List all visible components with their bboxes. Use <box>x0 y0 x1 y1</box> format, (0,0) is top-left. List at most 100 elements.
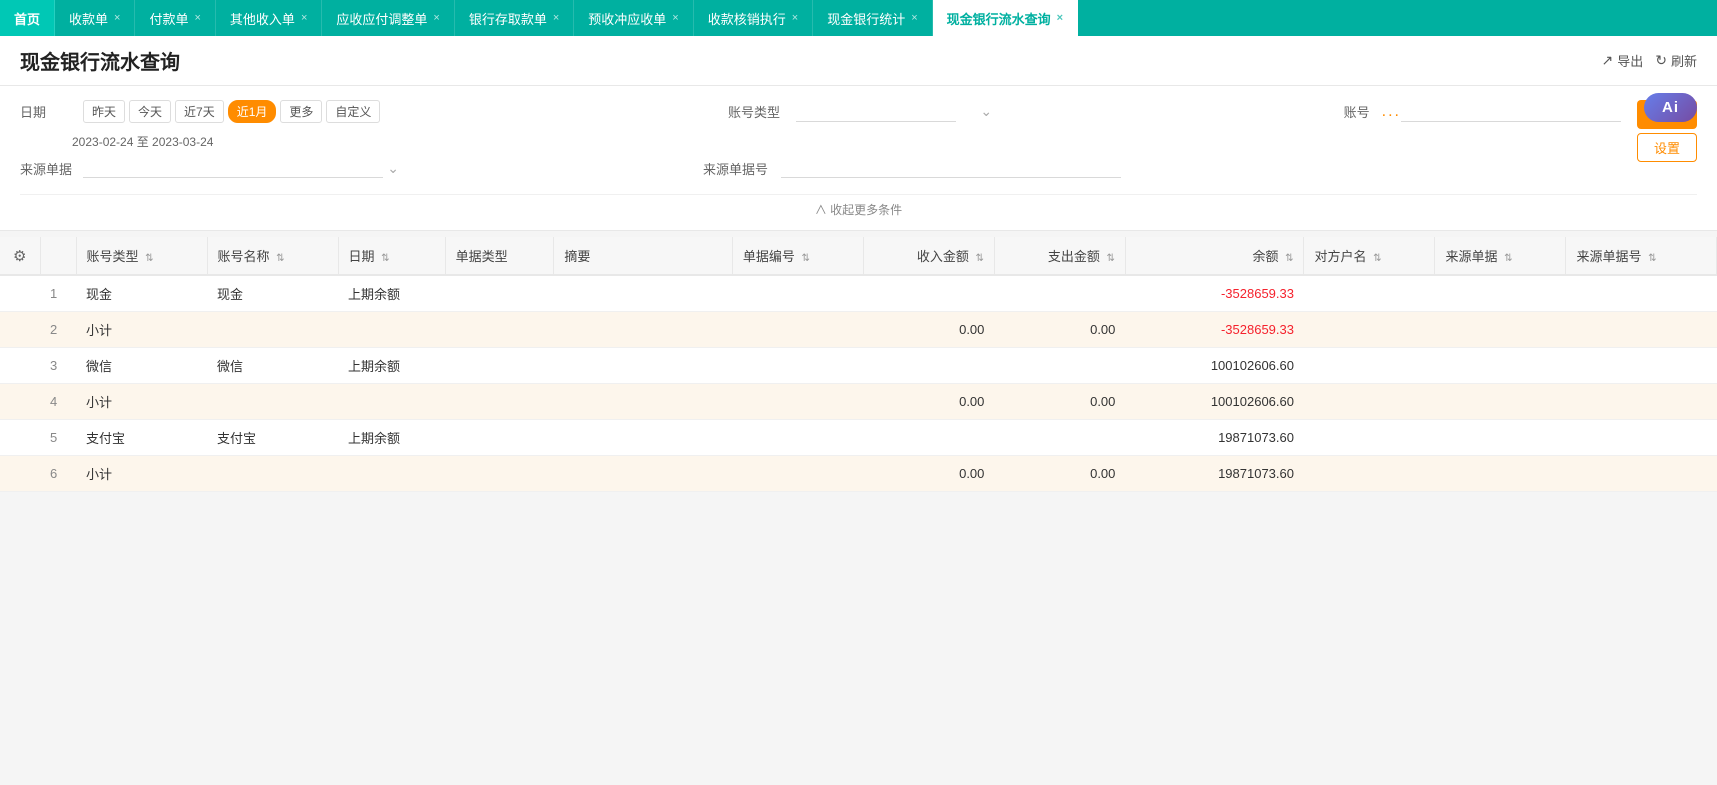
td-summary <box>554 420 733 456</box>
td-account-type: 现金 <box>76 275 207 312</box>
table-row: 4 小计 0.00 0.00 100102606.60 <box>0 384 1717 420</box>
nav-home[interactable]: 首页 <box>0 0 55 36</box>
td-summary <box>554 384 733 420</box>
td-doc-no <box>732 312 863 348</box>
source-doc-label: 来源单据 <box>20 159 75 178</box>
td-gear <box>0 275 40 312</box>
th-source-doc-no[interactable]: 来源单据号 ⇅ <box>1566 237 1717 275</box>
nav-receipt-close[interactable]: × <box>114 12 120 24</box>
nav-prepay-offset[interactable]: 预收冲应收单 × <box>574 0 693 36</box>
td-gear <box>0 456 40 492</box>
td-balance: 100102606.60 <box>1125 348 1304 384</box>
nav-ar-adjustment[interactable]: 应收应付调整单 × <box>322 0 454 36</box>
td-account-type: 小计 <box>76 312 207 348</box>
nav-verify-exec[interactable]: 收款核销执行 × <box>694 0 813 36</box>
account-type-select-wrapper <box>796 102 996 122</box>
nav-bank-deposit-close[interactable]: × <box>553 12 559 24</box>
td-row-num: 1 <box>40 275 76 312</box>
td-source-doc-no <box>1566 420 1717 456</box>
td-counterparty <box>1304 384 1435 420</box>
td-doc-no <box>732 275 863 312</box>
th-income[interactable]: 收入金额 ⇅ <box>863 237 994 275</box>
th-account-name[interactable]: 账号名称 ⇅ <box>207 237 338 275</box>
export-button[interactable]: ↗ 导出 <box>1602 51 1644 70</box>
td-account-type: 微信 <box>76 348 207 384</box>
th-expense[interactable]: 支出金额 ⇅ <box>994 237 1125 275</box>
th-source-doc[interactable]: 来源单据 ⇅ <box>1435 237 1566 275</box>
nav-payment-label: 付款单 <box>149 9 188 28</box>
date-btn-yesterday[interactable]: 昨天 <box>83 100 125 123</box>
nav-prepay-offset-label: 预收冲应收单 <box>588 9 666 28</box>
collapse-icon: ∧ <box>815 203 827 217</box>
source-doc-no-input[interactable] <box>781 158 1121 178</box>
th-balance[interactable]: 余额 ⇅ <box>1125 237 1304 275</box>
th-account-type[interactable]: 账号类型 ⇅ <box>76 237 207 275</box>
td-summary <box>554 275 733 312</box>
nav-other-income-close[interactable]: × <box>301 12 307 24</box>
td-date: 上期余额 <box>338 275 445 312</box>
th-doc-no[interactable]: 单据编号 ⇅ <box>732 237 863 275</box>
nav-verify-exec-close[interactable]: × <box>792 12 798 24</box>
td-row-num: 5 <box>40 420 76 456</box>
nav-prepay-offset-close[interactable]: × <box>672 12 678 24</box>
nav-cash-stats[interactable]: 现金银行统计 × <box>813 0 932 36</box>
nav-cash-stats-close[interactable]: × <box>911 12 917 24</box>
ai-button[interactable]: Ai <box>1644 93 1697 122</box>
td-row-num: 6 <box>40 456 76 492</box>
source-doc-select[interactable] <box>83 158 383 178</box>
td-expense <box>994 275 1125 312</box>
date-btn-more[interactable]: 更多 <box>280 100 322 123</box>
refresh-label: 刷新 <box>1671 51 1697 70</box>
gear-icon[interactable]: ⚙ <box>13 248 26 265</box>
th-date[interactable]: 日期 ⇅ <box>338 237 445 275</box>
td-gear <box>0 312 40 348</box>
date-btn-7days[interactable]: 近7天 <box>175 100 224 123</box>
filter-row-1: 日期 昨天 今天 近7天 近1月 更多 自定义 账号类型 <box>20 100 1621 123</box>
nav-cash-flow-label: 现金银行流水查询 <box>947 9 1051 28</box>
nav-receipt[interactable]: 收款单 × <box>55 0 135 36</box>
nav-payment-close[interactable]: × <box>194 12 200 24</box>
td-source-doc-no <box>1566 384 1717 420</box>
page-header: 现金银行流水查询 ↗ 导出 ↻ 刷新 <box>0 36 1717 86</box>
td-row-num: 2 <box>40 312 76 348</box>
date-btn-1month[interactable]: 近1月 <box>228 100 277 123</box>
nav-payment[interactable]: 付款单 × <box>135 0 215 36</box>
nav-other-income[interactable]: 其他收入单 × <box>216 0 322 36</box>
td-balance: 100102606.60 <box>1125 384 1304 420</box>
td-account-type: 小计 <box>76 384 207 420</box>
nav-verify-exec-label: 收款核销执行 <box>708 9 786 28</box>
table-row: 3 微信 微信 上期余额 100102606.60 <box>0 348 1717 384</box>
td-income: 0.00 <box>863 456 994 492</box>
th-counterparty[interactable]: 对方户名 ⇅ <box>1304 237 1435 275</box>
nav-cash-flow[interactable]: 现金银行流水查询 × <box>933 0 1078 36</box>
td-counterparty <box>1304 312 1435 348</box>
account-type-select[interactable] <box>796 102 956 122</box>
td-expense <box>994 348 1125 384</box>
table-row: 2 小计 0.00 0.00 -3528659.33 <box>0 312 1717 348</box>
td-account-name: 微信 <box>207 348 338 384</box>
account-input[interactable] <box>1401 102 1621 122</box>
sort-income-icon: ⇅ <box>976 253 984 264</box>
td-expense: 0.00 <box>994 312 1125 348</box>
td-balance: 19871073.60 <box>1125 456 1304 492</box>
nav-bank-deposit[interactable]: 银行存取款单 × <box>455 0 574 36</box>
filter-area: 日期 昨天 今天 近7天 近1月 更多 自定义 账号类型 <box>0 86 1717 231</box>
account-ellipsis-button[interactable]: ... <box>1382 103 1401 121</box>
settings-button[interactable]: 设置 <box>1637 133 1697 162</box>
sort-doc-no-icon: ⇅ <box>802 253 810 264</box>
collapse-bar[interactable]: ∧ 收起更多条件 <box>20 194 1697 222</box>
refresh-button[interactable]: ↻ 刷新 <box>1655 51 1697 70</box>
date-btn-today[interactable]: 今天 <box>129 100 171 123</box>
nav-ar-adjustment-close[interactable]: × <box>433 12 439 24</box>
export-label: 导出 <box>1617 51 1643 70</box>
source-doc-no-label: 来源单据号 <box>703 159 773 178</box>
td-date <box>338 384 445 420</box>
nav-home-label: 首页 <box>14 9 40 28</box>
nav-cash-flow-close[interactable]: × <box>1057 12 1063 24</box>
header-actions: ↗ 导出 ↻ 刷新 <box>1602 51 1698 70</box>
sort-source-doc-no-icon: ⇅ <box>1648 253 1656 264</box>
td-summary <box>554 312 733 348</box>
sort-account-name-icon: ⇅ <box>276 253 284 264</box>
date-btn-custom[interactable]: 自定义 <box>326 100 380 123</box>
data-table: ⚙ 账号类型 ⇅ 账号名称 ⇅ 日期 ⇅ 单据类型 摘要 单据编号 <box>0 237 1717 492</box>
